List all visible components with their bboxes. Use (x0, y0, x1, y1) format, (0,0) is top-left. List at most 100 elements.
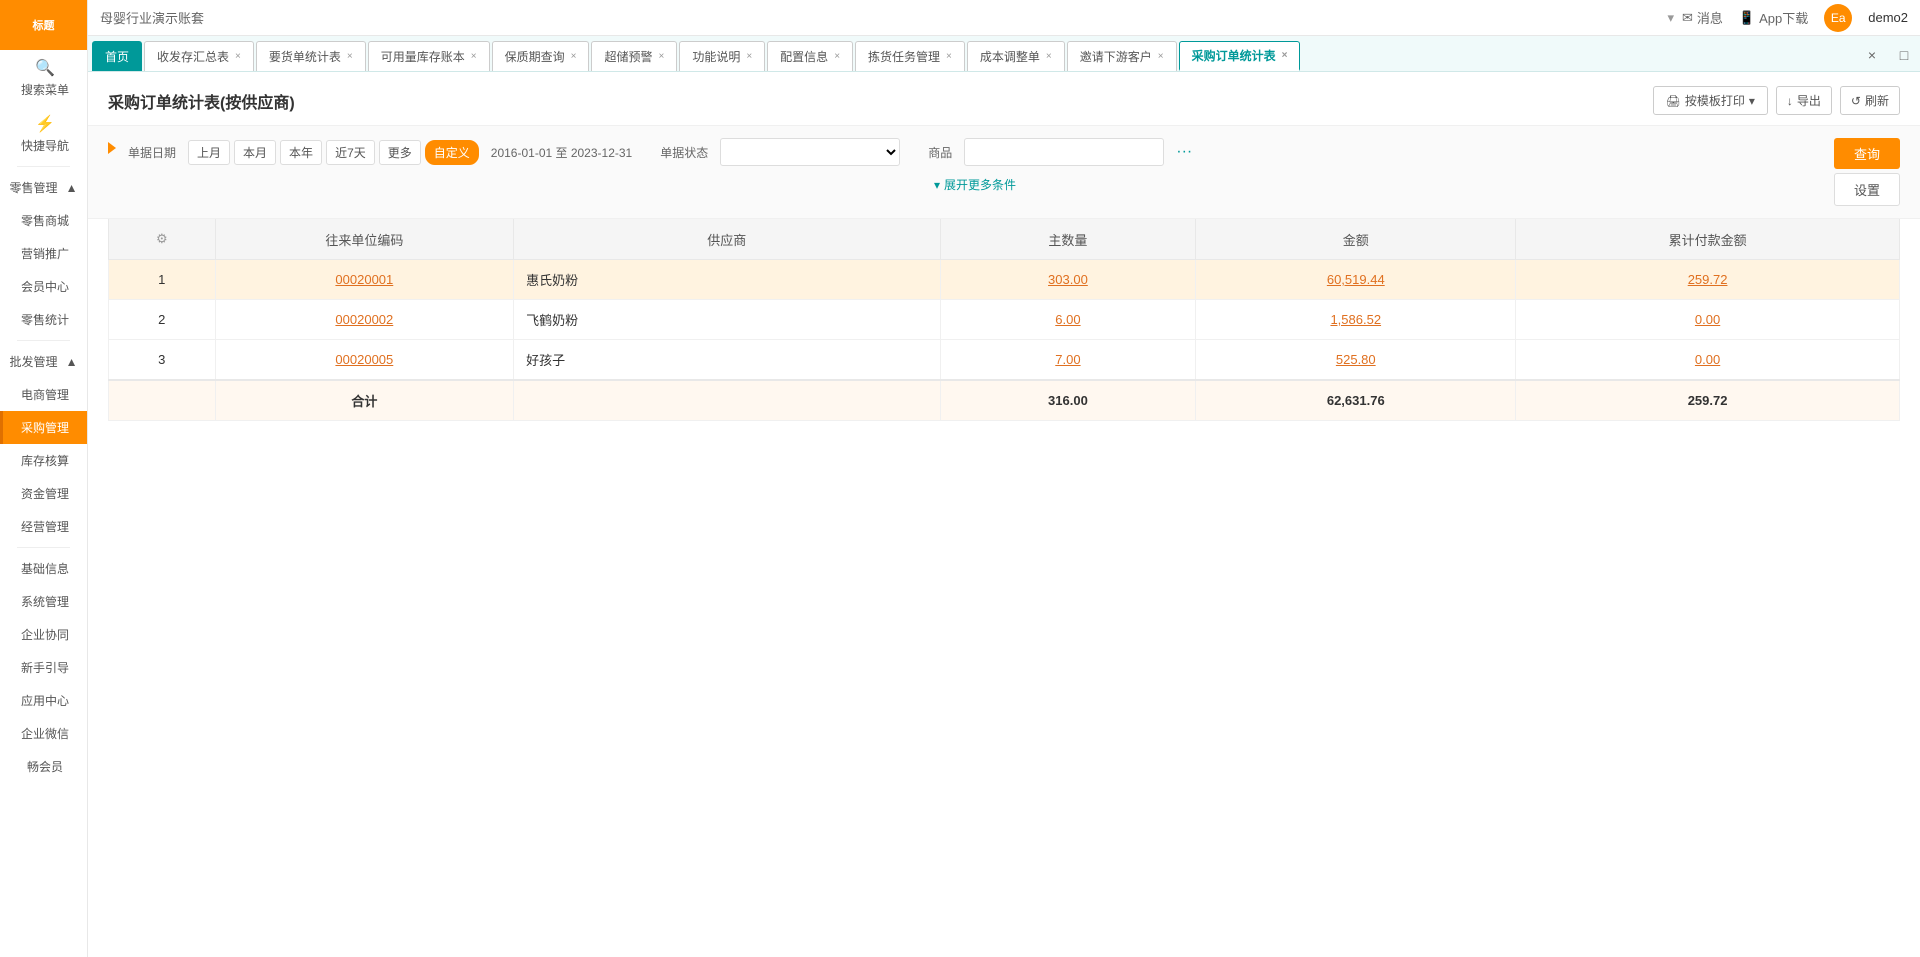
expand-conditions-btn[interactable]: ▾ 展开更多条件 (926, 172, 1024, 197)
tab-label: 要货单统计表 (269, 48, 341, 65)
table-row[interactable]: 3 00020005 好孩子 7.00 525.80 0.00 (109, 340, 1900, 381)
tab-label: 保质期查询 (505, 48, 565, 65)
amount-link[interactable]: 60,519.44 (1327, 272, 1385, 287)
custom-date-btn[interactable]: 自定义 (425, 140, 479, 165)
sidebar-item-marketing[interactable]: 营销推广 (0, 237, 88, 270)
qty-link[interactable]: 6.00 (1055, 312, 1080, 327)
sidebar-item-corp-collab[interactable]: 企业协同 (0, 618, 88, 651)
tab-close-icon[interactable]: × (471, 51, 477, 62)
sidebar-item-business-mgmt[interactable]: 经营管理 (0, 510, 88, 543)
tab-purchase-stats[interactable]: 采购订单统计表 × (1179, 41, 1301, 71)
sidebar-item-wechat-work[interactable]: 企业微信 (0, 717, 88, 750)
tab-close-icon[interactable]: × (746, 51, 752, 62)
tab-close-icon[interactable]: × (571, 51, 577, 62)
last-month-btn[interactable]: 上月 (188, 140, 230, 165)
tab-pick-task[interactable]: 拣货任务管理 × (855, 41, 965, 71)
table-row[interactable]: 2 00020002 飞鹤奶粉 6.00 1,586.52 0.00 (109, 300, 1900, 340)
last-7days-btn[interactable]: 近7天 (326, 140, 375, 165)
divider (17, 166, 69, 167)
tab-home[interactable]: 首页 (92, 41, 142, 71)
tab-cost-adjust[interactable]: 成本调整单 × (967, 41, 1065, 71)
sidebar-item-quick-nav[interactable]: ⚡ 快捷导航 (0, 106, 88, 162)
filter-toggle-icon[interactable] (108, 142, 116, 154)
sidebar-item-label: 批发管理 (10, 353, 58, 370)
tab-close-icon[interactable]: × (1282, 50, 1288, 61)
this-month-btn[interactable]: 本月 (234, 140, 276, 165)
sidebar-item-basic-info[interactable]: 基础信息 (0, 552, 88, 585)
sidebar-item-sys-mgmt[interactable]: 系统管理 (0, 585, 88, 618)
tab-close-icon[interactable]: × (1158, 51, 1164, 62)
sidebar-item-retail-mgmt[interactable]: 零售管理 ▲ (0, 171, 88, 204)
divider (17, 547, 69, 548)
footer-amount: 62,631.76 (1196, 380, 1516, 421)
sidebar-item-inventory[interactable]: 库存核算 (0, 444, 88, 477)
data-table: ⚙ 往来单位编码 供应商 主数量 金额 (108, 219, 1900, 421)
export-button[interactable]: ↓ 导出 (1776, 86, 1832, 115)
sidebar-item-ecommerce[interactable]: 电商管理 (0, 378, 88, 411)
qty-link[interactable]: 303.00 (1048, 272, 1088, 287)
tab-close-icon[interactable]: × (235, 51, 241, 62)
username[interactable]: demo2 (1868, 10, 1908, 25)
sidebar-item-purchase-mgmt[interactable]: 采购管理 (0, 411, 88, 444)
sidebar-item-label: 搜索菜单 (21, 81, 69, 98)
goods-label: 商品 (928, 144, 952, 161)
tab-close-icon[interactable]: × (347, 51, 353, 62)
more-date-btn[interactable]: 更多 (379, 140, 421, 165)
tab-close-icon[interactable]: × (658, 51, 664, 62)
sidebar-item-app-center[interactable]: 应用中心 (0, 684, 88, 717)
expand-icon: ▲ (66, 181, 78, 195)
message-action[interactable]: ✉ 消息 (1682, 8, 1723, 27)
table-settings-icon[interactable]: ⚙ (152, 229, 172, 249)
this-year-btn[interactable]: 本年 (280, 140, 322, 165)
user-avatar[interactable]: Ea (1824, 4, 1852, 32)
print-button[interactable]: 🖨 按模板打印 ▾ (1653, 86, 1768, 115)
tab-close-icon[interactable]: × (834, 51, 840, 62)
goods-more-icon[interactable]: ··· (1176, 143, 1192, 161)
code-link[interactable]: 00020005 (335, 352, 393, 367)
amount-link[interactable]: 1,586.52 (1330, 312, 1381, 327)
sidebar-item-new-guide[interactable]: 新手引导 (0, 651, 88, 684)
page-content: 采购订单统计表(按供应商) 🖨 按模板打印 ▾ ↓ 导出 ↺ 刷新 (88, 72, 1920, 957)
sidebar-item-label: 畅会员 (27, 758, 63, 775)
close-all-tabs-btn[interactable]: × (1860, 43, 1884, 67)
tab-feature-desc[interactable]: 功能说明 × (679, 41, 765, 71)
paid-link[interactable]: 259.72 (1688, 272, 1728, 287)
sidebar-item-label: 采购管理 (21, 419, 69, 436)
date-label: 单据日期 (128, 144, 176, 161)
page-header: 采购订单统计表(按供应商) 🖨 按模板打印 ▾ ↓ 导出 ↺ 刷新 (88, 72, 1920, 126)
code-link[interactable]: 00020002 (335, 312, 393, 327)
sidebar-item-retail-stats[interactable]: 零售统计 (0, 303, 88, 336)
tab-available-inventory[interactable]: 可用量库存账本 × (368, 41, 490, 71)
tab-stock-summary[interactable]: 收发存汇总表 × (144, 41, 254, 71)
dropdown-icon[interactable]: ▾ (1667, 10, 1674, 26)
table-row[interactable]: 1 00020001 惠氏奶粉 303.00 60,519.44 259.72 (109, 260, 1900, 300)
sidebar-item-wholesale-mgmt[interactable]: 批发管理 ▲ (0, 345, 88, 378)
settings-button[interactable]: 设置 (1834, 173, 1900, 206)
tab-close-icon[interactable]: × (1046, 51, 1052, 62)
amount-link[interactable]: 525.80 (1336, 352, 1376, 367)
sidebar-item-finance[interactable]: 资金管理 (0, 477, 88, 510)
tab-config-info[interactable]: 配置信息 × (767, 41, 853, 71)
search-button[interactable]: 查询 (1834, 138, 1900, 169)
tab-close-icon[interactable]: × (946, 51, 952, 62)
status-select[interactable] (720, 138, 900, 166)
sidebar-item-search[interactable]: 🔍 搜索菜单 (0, 50, 88, 106)
restore-btn[interactable]: □ (1892, 43, 1916, 67)
col-code-label: 往来单位编码 (325, 233, 403, 248)
tab-order-stats[interactable]: 要货单统计表 × (256, 41, 366, 71)
tab-expiry[interactable]: 保质期查询 × (492, 41, 590, 71)
message-label: 消息 (1697, 8, 1723, 27)
app-download-action[interactable]: 📱 App下载 (1739, 8, 1808, 27)
tab-overstock[interactable]: 超储预警 × (591, 41, 677, 71)
refresh-button[interactable]: ↺ 刷新 (1840, 86, 1900, 115)
cell-paid: 0.00 (1516, 300, 1900, 340)
goods-input[interactable] (964, 138, 1164, 166)
code-link[interactable]: 00020001 (335, 272, 393, 287)
sidebar-item-retail-mall[interactable]: 零售商城 (0, 204, 88, 237)
sidebar-item-member[interactable]: 会员中心 (0, 270, 88, 303)
sidebar-item-member2[interactable]: 畅会员 (0, 750, 88, 783)
tab-invite-customer[interactable]: 邀请下游客户 × (1067, 41, 1177, 71)
qty-link[interactable]: 7.00 (1055, 352, 1080, 367)
paid-link[interactable]: 0.00 (1695, 352, 1720, 367)
paid-link[interactable]: 0.00 (1695, 312, 1720, 327)
